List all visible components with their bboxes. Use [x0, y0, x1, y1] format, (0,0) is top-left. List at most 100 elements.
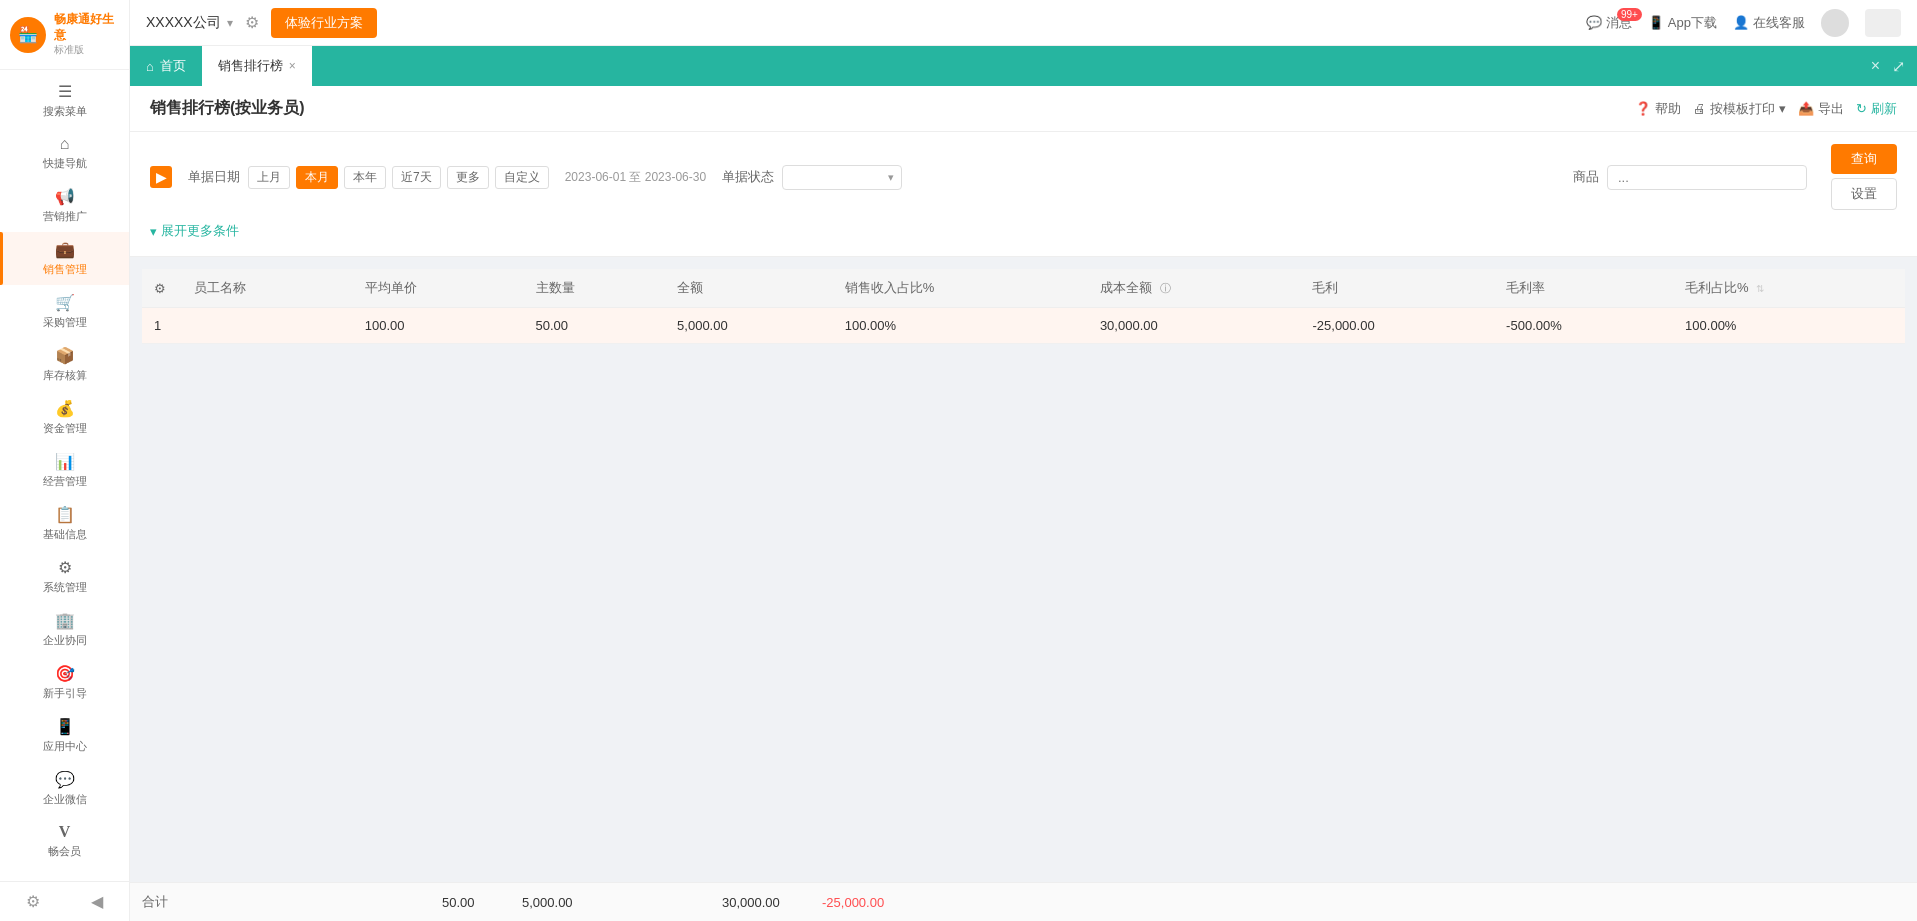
topbar-right: 💬 消息 99+ 📱 App下载 👤 在线客服 — [1586, 9, 1901, 37]
purchase-icon: 🛒 — [55, 293, 75, 312]
cell-rank: 1 — [142, 308, 182, 344]
help-icon: ❓ — [1635, 101, 1651, 116]
message-icon: 💬 — [1586, 15, 1602, 30]
tab-sales-rank[interactable]: 销售排行榜 × — [202, 46, 312, 86]
sidebar-item-system[interactable]: ⚙ 系统管理 — [0, 550, 129, 603]
print-btn[interactable]: 🖨 按模板打印 ▾ — [1693, 100, 1786, 118]
topbar: XXXXX公司 ▾ ⚙ 体验行业方案 💬 消息 99+ 📱 App下载 👤 在线… — [130, 0, 1917, 46]
sidebar-item-apps[interactable]: 📱 应用中心 — [0, 709, 129, 762]
online-service-btn[interactable]: 👤 在线客服 — [1733, 14, 1805, 32]
sidebar-item-basic[interactable]: 📋 基础信息 — [0, 497, 129, 550]
table-area: ⚙ 员工名称 平均单价 主数量 全额 — [130, 257, 1917, 882]
col-avg-price: 平均单价 — [353, 269, 524, 308]
operation-icon: 📊 — [55, 452, 75, 471]
content-area: 销售排行榜(按业务员) ❓ 帮助 🖨 按模板打印 ▾ 📤 导出 ↻ 刷新 — [130, 86, 1917, 921]
tab-close-icon[interactable]: × — [289, 59, 296, 73]
home-icon: ⌂ — [60, 135, 70, 153]
goods-input[interactable] — [1607, 165, 1807, 190]
sidebar-item-guide[interactable]: 🎯 新手引导 — [0, 656, 129, 709]
topbar-gear-icon[interactable]: ⚙ — [245, 13, 259, 32]
guide-icon: 🎯 — [55, 664, 75, 683]
cell-gross-pct: 100.00% — [1673, 308, 1905, 344]
user-avatar[interactable] — [1821, 9, 1849, 37]
col-settings-icon[interactable]: ⚙ — [154, 281, 166, 296]
filter-toggle-btn[interactable]: ▶ — [150, 166, 172, 188]
sidebar-nav: ☰ 搜索菜单 ⌂ 快捷导航 📢 营销推广 💼 销售管理 🛒 采购管理 📦 库存核… — [0, 70, 129, 881]
sidebar-logo: 🏪 畅康通好生意 标准版 — [0, 0, 129, 70]
sidebar-item-enterprise[interactable]: 🏢 企业协同 — [0, 603, 129, 656]
refresh-btn[interactable]: ↻ 刷新 — [1856, 100, 1897, 118]
filter-area: ▶ 单据日期 上月 本月 本年 近7天 更多 自定义 2023-06-01 至 … — [130, 132, 1917, 257]
sidebar-item-search-order[interactable]: ☰ 搜索菜单 — [0, 74, 129, 127]
window-close-icon[interactable]: × — [1871, 57, 1880, 75]
col-gross-pct: 毛利占比% ⇅ — [1673, 269, 1905, 308]
date-btn-custom[interactable]: 自定义 — [495, 166, 549, 189]
table-footer: 合计 50.00 5,000.00 30,000.00 -25,000.00 — [130, 882, 1917, 921]
sidebar-item-quick-nav[interactable]: ⌂ 快捷导航 — [0, 127, 129, 179]
enterprise-icon: 🏢 — [55, 611, 75, 630]
cell-cost: 30,000.00 — [1088, 308, 1301, 344]
tab-bar: ⌂ 首页 销售排行榜 × × ⤢ — [130, 46, 1917, 86]
cell-avg-price: 100.00 — [353, 308, 524, 344]
status-select-wrapper — [782, 165, 902, 190]
sidebar-item-marketing[interactable]: 📢 营销推广 — [0, 179, 129, 232]
cell-amount: 5,000.00 — [665, 308, 833, 344]
date-btn-more[interactable]: 更多 — [447, 166, 489, 189]
date-filter-group: 单据日期 上月 本月 本年 近7天 更多 自定义 — [188, 166, 549, 189]
date-btn-last-month[interactable]: 上月 — [248, 166, 290, 189]
settings-bottom-icon[interactable]: ⚙ — [26, 892, 40, 911]
date-btn-this-year[interactable]: 本年 — [344, 166, 386, 189]
query-btn[interactable]: 查询 — [1831, 144, 1897, 174]
apps-icon: 📱 — [55, 717, 75, 736]
export-icon: 📤 — [1798, 101, 1814, 116]
status-select[interactable] — [782, 165, 902, 190]
export-btn[interactable]: 📤 导出 — [1798, 100, 1844, 118]
search-order-icon: ☰ — [58, 82, 72, 101]
refresh-icon: ↻ — [1856, 101, 1867, 116]
sidebar-item-sales[interactable]: 💼 销售管理 — [0, 232, 129, 285]
finance-icon: 💰 — [55, 399, 75, 418]
cell-gross-rate: -500.00% — [1494, 308, 1673, 344]
sidebar-item-finance[interactable]: 💰 资金管理 — [0, 391, 129, 444]
page-actions: ❓ 帮助 🖨 按模板打印 ▾ 📤 导出 ↻ 刷新 — [1635, 100, 1897, 118]
cell-sales-pct: 100.00% — [833, 308, 1088, 344]
collapse-sidebar-btn[interactable]: ◀ — [91, 892, 103, 911]
col-amount: 全额 — [665, 269, 833, 308]
expand-more-btn[interactable]: ▾ 展开更多条件 — [150, 222, 1897, 240]
date-btn-7days[interactable]: 近7天 — [392, 166, 441, 189]
goods-filter-group: 商品 — [1573, 165, 1807, 190]
sidebar-item-inventory[interactable]: 📦 库存核算 — [0, 338, 129, 391]
filter-expand-row: ▾ 展开更多条件 — [150, 210, 1897, 244]
basic-icon: 📋 — [55, 505, 75, 524]
tabs-right-actions: × ⤢ — [1871, 57, 1917, 76]
system-icon: ⚙ — [58, 558, 72, 577]
date-btn-this-month[interactable]: 本月 — [296, 166, 338, 189]
window-maximize-icon[interactable]: ⤢ — [1892, 57, 1905, 76]
print-icon: 🖨 — [1693, 101, 1706, 116]
footer-amount: 5,000.00 — [522, 895, 622, 910]
cost-info-icon[interactable]: ⓘ — [1160, 282, 1171, 294]
table-row: 1 100.00 50.00 5,000.00 100.00% 30,000.0… — [142, 308, 1905, 344]
gross-pct-sort-icon[interactable]: ⇅ — [1756, 283, 1764, 294]
trial-btn[interactable]: 体验行业方案 — [271, 8, 377, 38]
sidebar-item-purchase[interactable]: 🛒 采购管理 — [0, 285, 129, 338]
cell-qty: 50.00 — [524, 308, 666, 344]
app-download-btn[interactable]: 📱 App下载 — [1648, 14, 1717, 32]
setting-btn[interactable]: 设置 — [1831, 178, 1897, 210]
member-icon: V — [59, 823, 71, 841]
marketing-icon: 📢 — [55, 187, 75, 206]
expand-icon: ▾ — [150, 224, 157, 239]
tab-home[interactable]: ⌂ 首页 — [130, 46, 202, 86]
help-btn[interactable]: ❓ 帮助 — [1635, 100, 1681, 118]
col-qty: 主数量 — [524, 269, 666, 308]
cell-name — [182, 308, 353, 344]
sidebar-item-operation[interactable]: 📊 经营管理 — [0, 444, 129, 497]
data-table: ⚙ 员工名称 平均单价 主数量 全额 — [142, 269, 1905, 344]
sidebar-item-member[interactable]: V 畅会员 — [0, 815, 129, 867]
footer-gross: -25,000.00 — [822, 895, 922, 910]
company-selector[interactable]: XXXXX公司 ▾ — [146, 14, 233, 32]
date-range-display: 2023-06-01 至 2023-06-30 — [565, 169, 706, 186]
message-btn[interactable]: 💬 消息 99+ — [1586, 14, 1632, 32]
sidebar-item-wechat[interactable]: 💬 企业微信 — [0, 762, 129, 815]
main-area: XXXXX公司 ▾ ⚙ 体验行业方案 💬 消息 99+ 📱 App下载 👤 在线… — [130, 0, 1917, 921]
